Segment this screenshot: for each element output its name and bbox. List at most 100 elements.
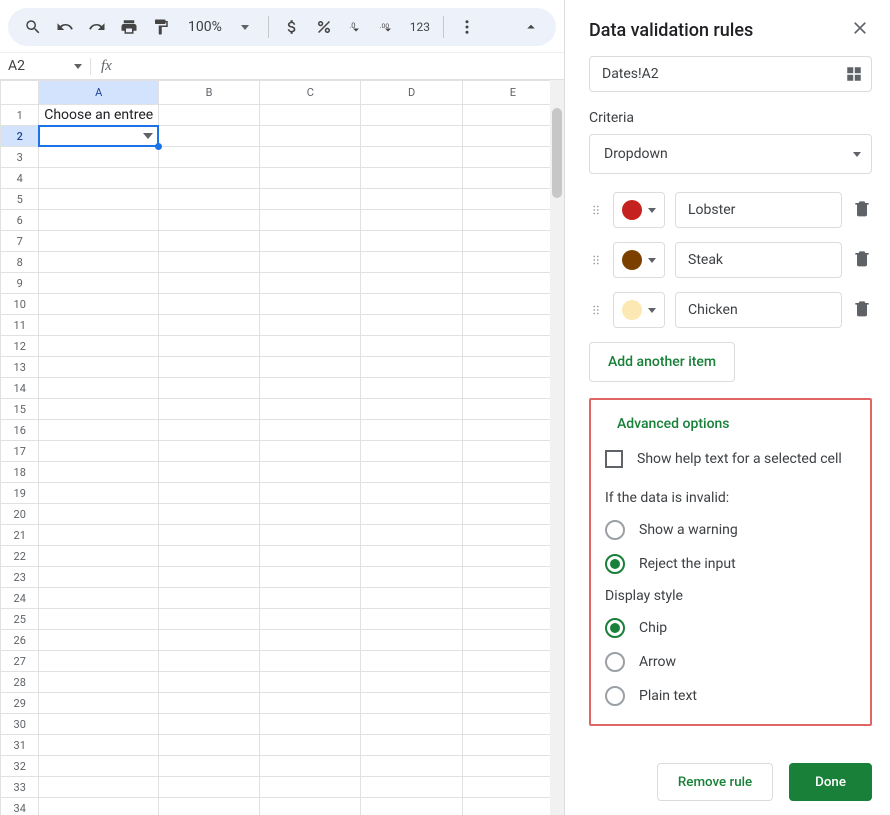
row-header[interactable]: 23 (1, 567, 39, 588)
delete-item-icon[interactable] (852, 248, 872, 272)
radio-button[interactable] (605, 686, 625, 706)
row-header[interactable]: 12 (1, 336, 39, 357)
select-all-corner[interactable] (1, 81, 39, 105)
add-another-item-button[interactable]: Add another item (589, 342, 735, 382)
toolbar: 100% .0 .00 123 (8, 8, 556, 46)
row-header[interactable]: 1 (1, 105, 39, 126)
delete-item-icon[interactable] (852, 298, 872, 322)
cell-A2[interactable] (39, 126, 158, 147)
checkbox[interactable] (605, 450, 623, 468)
row-header[interactable]: 13 (1, 357, 39, 378)
row-header[interactable]: 34 (1, 798, 39, 815)
row-header[interactable]: 9 (1, 273, 39, 294)
row-header[interactable]: 10 (1, 294, 39, 315)
radio-chip[interactable]: Chip (605, 618, 856, 638)
percent-icon[interactable] (309, 12, 339, 42)
item-value-input[interactable]: Steak (675, 242, 842, 278)
col-header-D[interactable]: D (361, 81, 462, 105)
item-color-picker[interactable] (613, 242, 665, 278)
col-header-B[interactable]: B (158, 81, 259, 105)
select-range-icon[interactable] (845, 65, 863, 83)
row-header[interactable]: 16 (1, 420, 39, 441)
row-header[interactable]: 18 (1, 462, 39, 483)
dropdown-item-row: Lobster (589, 192, 872, 228)
redo-icon[interactable] (82, 12, 112, 42)
search-icon[interactable] (18, 12, 48, 42)
row-header[interactable]: 28 (1, 672, 39, 693)
row-header[interactable]: 3 (1, 147, 39, 168)
row-header[interactable]: 22 (1, 546, 39, 567)
formula-bar[interactable]: fx (90, 58, 564, 75)
decrease-decimal-icon[interactable]: .0 (341, 12, 371, 42)
panel-title: Data validation rules (589, 20, 850, 41)
done-button[interactable]: Done (789, 763, 872, 801)
item-value-input[interactable]: Chicken (675, 292, 842, 328)
zoom-dropdown-icon[interactable] (230, 12, 260, 42)
row-header[interactable]: 24 (1, 588, 39, 609)
row-header[interactable]: 20 (1, 504, 39, 525)
undo-icon[interactable] (50, 12, 80, 42)
radio-reject-input[interactable]: Reject the input (605, 554, 856, 574)
radio-button[interactable] (605, 520, 625, 540)
chevron-down-icon[interactable] (74, 64, 82, 69)
radio-button[interactable] (605, 554, 625, 574)
item-value-input[interactable]: Lobster (675, 192, 842, 228)
advanced-options-title[interactable]: Advanced options (605, 416, 856, 432)
more-formats-icon[interactable]: 123 (405, 12, 435, 42)
row-header[interactable]: 31 (1, 735, 39, 756)
range-input[interactable]: Dates!A2 (589, 56, 872, 92)
item-color-picker[interactable] (613, 192, 665, 228)
row-header[interactable]: 8 (1, 252, 39, 273)
help-text-checkbox-row[interactable]: Show help text for a selected cell (605, 450, 856, 468)
col-header-A[interactable]: A (39, 81, 158, 105)
row-header[interactable]: 4 (1, 168, 39, 189)
name-box[interactable]: A2 (0, 58, 90, 74)
radio-arrow[interactable]: Arrow (605, 652, 856, 672)
remove-rule-button[interactable]: Remove rule (657, 763, 773, 801)
row-header[interactable]: 19 (1, 483, 39, 504)
row-header[interactable]: 29 (1, 693, 39, 714)
row-header[interactable]: 30 (1, 714, 39, 735)
radio-button[interactable] (605, 618, 625, 638)
drag-handle-icon[interactable] (589, 301, 603, 319)
vertical-scrollbar[interactable] (550, 80, 564, 815)
print-icon[interactable] (114, 12, 144, 42)
drag-handle-icon[interactable] (589, 201, 603, 219)
row-header[interactable]: 27 (1, 651, 39, 672)
close-icon[interactable] (850, 18, 870, 42)
row-header[interactable]: 7 (1, 231, 39, 252)
row-header[interactable]: 26 (1, 630, 39, 651)
increase-decimal-icon[interactable]: .00 (373, 12, 403, 42)
collapse-toolbar-icon[interactable] (516, 12, 546, 42)
zoom-level[interactable]: 100% (178, 19, 228, 35)
row-header[interactable]: 17 (1, 441, 39, 462)
row-header[interactable]: 32 (1, 756, 39, 777)
row-header[interactable]: 33 (1, 777, 39, 798)
col-header-E[interactable]: E (462, 81, 563, 105)
col-header-C[interactable]: C (260, 81, 361, 105)
cell-A1[interactable]: Choose an entree (39, 105, 158, 126)
row-header[interactable]: 6 (1, 210, 39, 231)
radio-plain-text[interactable]: Plain text (605, 686, 856, 706)
more-icon[interactable] (452, 12, 482, 42)
paint-format-icon[interactable] (146, 12, 176, 42)
radio-show-warning[interactable]: Show a warning (605, 520, 856, 540)
delete-item-icon[interactable] (852, 198, 872, 222)
item-color-picker[interactable] (613, 292, 665, 328)
row-header[interactable]: 15 (1, 399, 39, 420)
drag-handle-icon[interactable] (589, 251, 603, 269)
row-header[interactable]: 21 (1, 525, 39, 546)
fill-handle[interactable] (155, 143, 162, 150)
row-header[interactable]: 25 (1, 609, 39, 630)
currency-icon[interactable] (277, 12, 307, 42)
dropdown-chip-icon[interactable] (143, 133, 153, 139)
row-header[interactable]: 14 (1, 378, 39, 399)
row-header[interactable]: 11 (1, 315, 39, 336)
advanced-options-section: Advanced options Show help text for a se… (589, 398, 872, 726)
chevron-down-icon (853, 152, 861, 157)
row-header[interactable]: 5 (1, 189, 39, 210)
radio-button[interactable] (605, 652, 625, 672)
row-header[interactable]: 2 (1, 126, 39, 147)
criteria-select[interactable]: Dropdown (589, 134, 872, 174)
spreadsheet-grid[interactable]: A B C D E 1Choose an entree 2 3 4 5 6 7 … (0, 80, 564, 815)
